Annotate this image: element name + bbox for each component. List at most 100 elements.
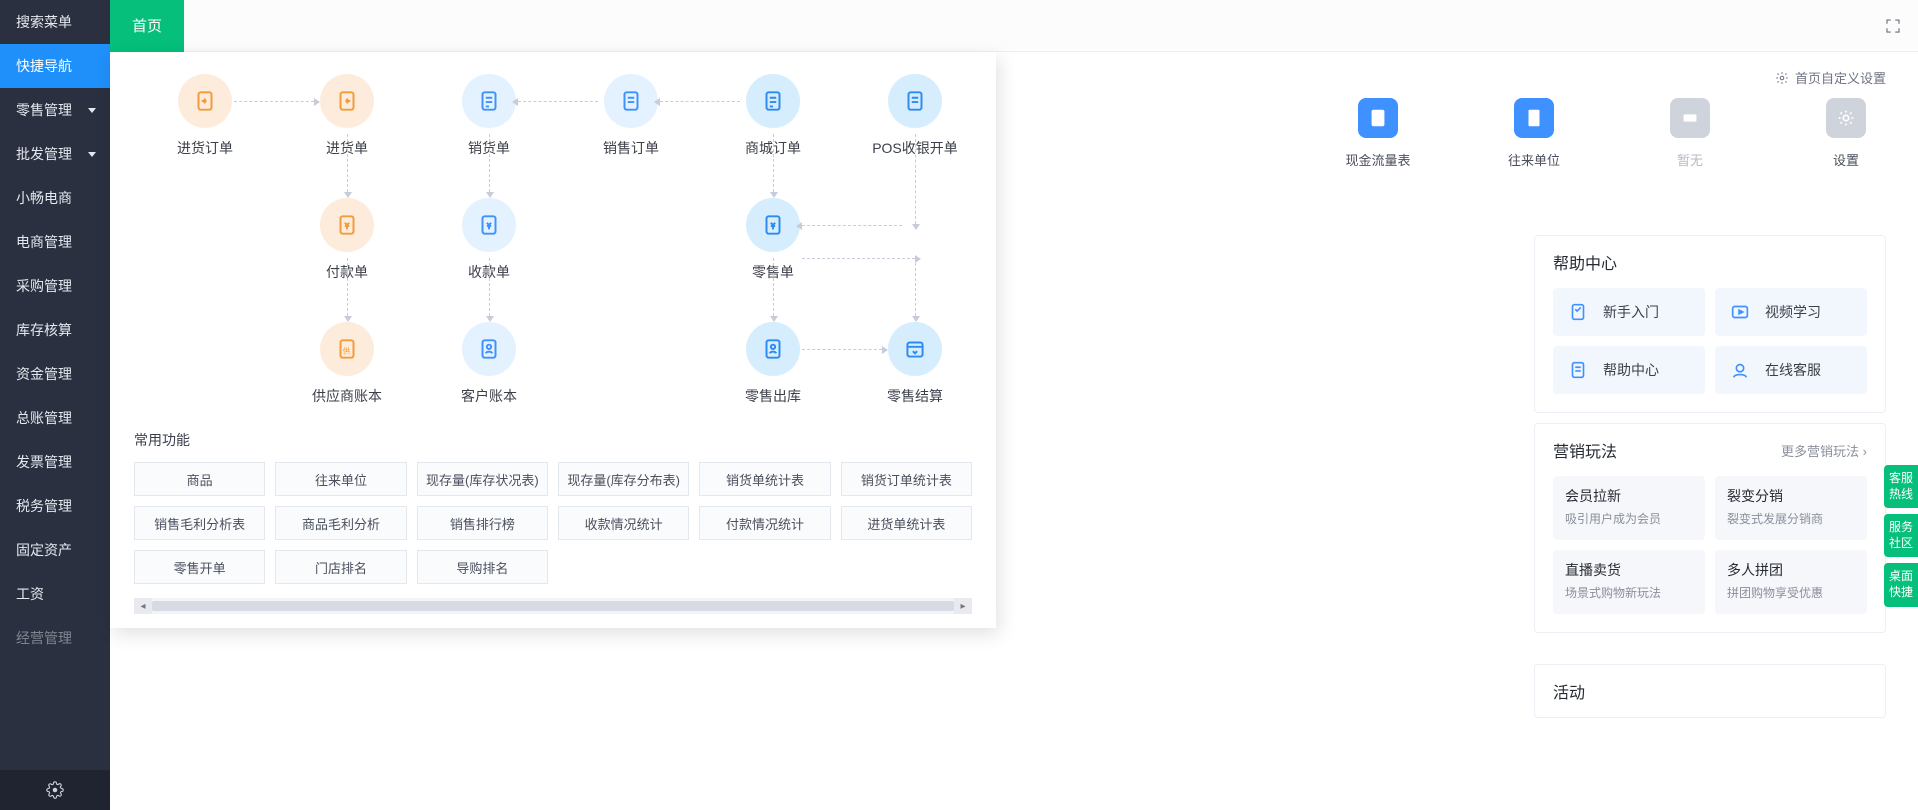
marketing-panel: 营销玩法 更多营销玩法 › 会员拉新吸引用户成为会员 裂变分销裂变式发展分销商 … bbox=[1534, 423, 1886, 633]
help-center[interactable]: 帮助中心 bbox=[1553, 346, 1705, 394]
flow-arrow bbox=[347, 134, 348, 192]
help-title: 帮助中心 bbox=[1553, 250, 1867, 274]
gear-icon bbox=[1775, 71, 1789, 85]
node-purchase-order[interactable]: 进货订单 bbox=[134, 74, 276, 158]
sidebar-label: 快捷导航 bbox=[16, 56, 72, 76]
fn-purchase-stats[interactable]: 进货单统计表 bbox=[841, 506, 972, 540]
node-retail-settle[interactable]: 零售结算 bbox=[844, 322, 986, 406]
customize-home-link[interactable]: 首页自定义设置 bbox=[1775, 68, 1886, 87]
sidebar-item-quicknav[interactable]: 快捷导航 bbox=[0, 44, 110, 88]
fn-guide-rank[interactable]: 导购排名 bbox=[417, 550, 548, 584]
mkt-live[interactable]: 直播卖货场景式购物新玩法 bbox=[1553, 550, 1705, 614]
fn-stock-status[interactable]: 现存量(库存状况表) bbox=[417, 462, 548, 496]
common-functions-title: 常用功能 bbox=[134, 430, 972, 450]
horizontal-scrollbar[interactable]: ◂ ▸ bbox=[134, 598, 972, 614]
topbar: 首页 bbox=[110, 0, 1918, 52]
list-icon bbox=[476, 88, 502, 114]
help-panel: 帮助中心 新手入门 视频学习 帮助中心 在线客服 bbox=[1534, 235, 1886, 413]
sidebar-item-invoice[interactable]: 发票管理 bbox=[0, 440, 110, 484]
fullscreen-button[interactable] bbox=[1882, 15, 1904, 37]
mkt-group[interactable]: 多人拼团拼团购物享受优惠 bbox=[1715, 550, 1867, 614]
help-label: 在线客服 bbox=[1765, 360, 1821, 380]
doc-out-icon bbox=[334, 88, 360, 114]
float-hotline[interactable]: 客服热线 bbox=[1884, 465, 1918, 508]
sidebar-item-ecommerce[interactable]: 电商管理 bbox=[0, 220, 110, 264]
node-supplier-ledger[interactable]: 供供应商账本 bbox=[276, 322, 418, 406]
shortcut-contacts[interactable]: 往来单位 bbox=[1494, 98, 1574, 169]
shortcut-settings[interactable]: 设置 bbox=[1806, 98, 1886, 169]
flow-arrow bbox=[489, 134, 490, 192]
sidebar-item-assets[interactable]: 固定资产 bbox=[0, 528, 110, 572]
mkt-member[interactable]: 会员拉新吸引用户成为会员 bbox=[1553, 476, 1705, 540]
flow-arrow bbox=[802, 258, 915, 259]
node-retail-out[interactable]: 零售出库 bbox=[702, 322, 844, 406]
sidebar-item-salary[interactable]: 工资 bbox=[0, 572, 110, 616]
help-video[interactable]: 视频学习 bbox=[1715, 288, 1867, 336]
fn-product-gross[interactable]: 商品毛利分析 bbox=[275, 506, 406, 540]
sidebar-item-purchase[interactable]: 采购管理 bbox=[0, 264, 110, 308]
shortcut-empty[interactable]: 暂无 bbox=[1650, 98, 1730, 169]
sidebar-settings[interactable] bbox=[0, 770, 110, 810]
fn-store-rank[interactable]: 门店排名 bbox=[275, 550, 406, 584]
fullscreen-icon bbox=[1884, 17, 1902, 35]
activity-title: 活动 bbox=[1553, 679, 1867, 703]
user-doc-icon bbox=[760, 336, 786, 362]
shortcut-label: 往来单位 bbox=[1508, 150, 1560, 169]
marketing-more-link[interactable]: 更多营销玩法 › bbox=[1781, 441, 1867, 460]
shortcut-label: 设置 bbox=[1833, 150, 1859, 169]
doc-icon bbox=[902, 88, 928, 114]
sidebar-item-inventory[interactable]: 库存核算 bbox=[0, 308, 110, 352]
sidebar-item-wholesale[interactable]: 批发管理 bbox=[0, 132, 110, 176]
help-label: 新手入门 bbox=[1603, 302, 1659, 322]
sidebar-item-xiaochang[interactable]: 小畅电商 bbox=[0, 176, 110, 220]
flow-arrow bbox=[489, 258, 490, 316]
chevron-down-icon bbox=[88, 108, 96, 113]
gear-icon bbox=[46, 781, 64, 799]
scroll-thumb[interactable] bbox=[152, 601, 954, 611]
quicknav-flyout: 进货订单 进货单 销货单 销售订单 商城订单 POS收银开单 付款单 收款单 零… bbox=[110, 52, 996, 628]
node-sales-order[interactable]: 销售订单 bbox=[560, 74, 702, 158]
fn-gross-analysis[interactable]: 销售毛利分析表 bbox=[134, 506, 265, 540]
money-icon bbox=[760, 212, 786, 238]
flow-arrow bbox=[773, 258, 774, 316]
doc-icon bbox=[1567, 359, 1589, 381]
chevron-down-icon bbox=[88, 152, 96, 157]
fn-retail-open[interactable]: 零售开单 bbox=[134, 550, 265, 584]
flow-arrow bbox=[802, 349, 882, 350]
fn-payment-stats[interactable]: 付款情况统计 bbox=[699, 506, 830, 540]
flow-arrow bbox=[802, 225, 902, 226]
shortcut-label: 暂无 bbox=[1677, 150, 1703, 169]
mkt-fission[interactable]: 裂变分销裂变式发展分销商 bbox=[1715, 476, 1867, 540]
scroll-left-icon[interactable]: ◂ bbox=[134, 598, 152, 614]
sidebar-item-funds[interactable]: 资金管理 bbox=[0, 352, 110, 396]
sidebar-search[interactable]: 搜索菜单 bbox=[0, 0, 110, 44]
sidebar-item-ops[interactable]: 经营管理 bbox=[0, 616, 110, 660]
help-getting-started[interactable]: 新手入门 bbox=[1553, 288, 1705, 336]
sidebar-item-tax[interactable]: 税务管理 bbox=[0, 484, 110, 528]
sidebar-item-retail[interactable]: 零售管理 bbox=[0, 88, 110, 132]
fn-receipt-stats[interactable]: 收款情况统计 bbox=[558, 506, 689, 540]
video-icon bbox=[1729, 301, 1751, 323]
flow-arrow bbox=[234, 101, 314, 102]
flow-arrow bbox=[518, 101, 598, 102]
list-icon bbox=[760, 88, 786, 114]
fn-stock-dist[interactable]: 现存量(库存分布表) bbox=[558, 462, 689, 496]
shortcut-cashflow[interactable]: 现金流量表 bbox=[1338, 98, 1418, 169]
fn-salesorder-stats[interactable]: 销货订单统计表 bbox=[841, 462, 972, 496]
fn-product[interactable]: 商品 bbox=[134, 462, 265, 496]
fn-sales-stats[interactable]: 销货单统计表 bbox=[699, 462, 830, 496]
tab-home[interactable]: 首页 bbox=[110, 0, 184, 52]
placeholder-icon bbox=[1670, 98, 1710, 138]
help-support[interactable]: 在线客服 bbox=[1715, 346, 1867, 394]
building-icon bbox=[1514, 98, 1554, 138]
flow-arrow bbox=[915, 134, 916, 224]
float-community[interactable]: 服务社区 bbox=[1884, 514, 1918, 557]
float-desktop[interactable]: 桌面快捷 bbox=[1884, 563, 1918, 606]
fn-contacts[interactable]: 往来单位 bbox=[275, 462, 406, 496]
shortcut-label: 现金流量表 bbox=[1345, 150, 1410, 169]
fn-sales-rank[interactable]: 销售排行榜 bbox=[417, 506, 548, 540]
sidebar-item-ledger[interactable]: 总账管理 bbox=[0, 396, 110, 440]
gear-icon bbox=[1826, 98, 1866, 138]
scroll-right-icon[interactable]: ▸ bbox=[954, 598, 972, 614]
node-customer-ledger[interactable]: 客户账本 bbox=[418, 322, 560, 406]
